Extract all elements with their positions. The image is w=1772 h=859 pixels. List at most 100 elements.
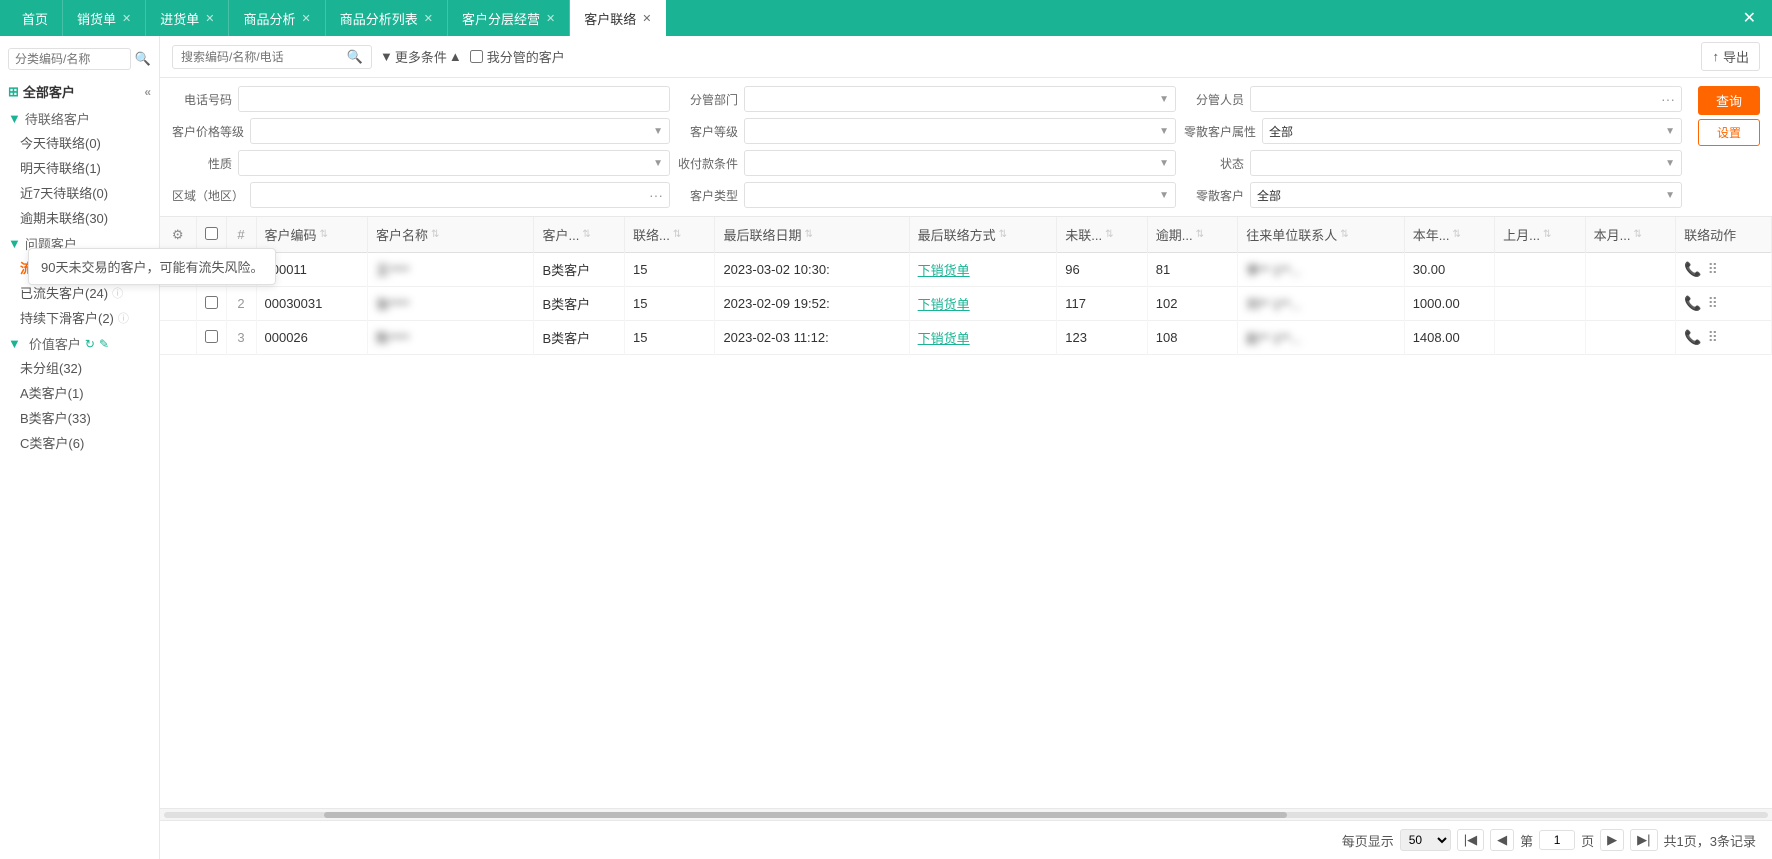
tab-analysis-list[interactable]: 商品分析列表 ✕ — [326, 0, 448, 36]
th-overdue[interactable]: 逾期... ⇅ — [1147, 217, 1237, 253]
filter-region-dots[interactable]: ··· — [649, 187, 663, 203]
td-nc-2: 117 — [1057, 287, 1147, 321]
td-method-3[interactable]: 下销货单 — [909, 321, 1057, 355]
th-name[interactable]: 客户名称 ⇅ — [368, 217, 534, 253]
filter-customer-grade-select[interactable]: ▼ — [744, 118, 1176, 144]
phone-icon-2[interactable]: 📞 — [1684, 295, 1701, 312]
th-this-year[interactable]: 本年... ⇅ — [1404, 217, 1494, 253]
th-contact[interactable]: 联络... ⇅ — [624, 217, 714, 253]
close-tab-customer-contact[interactable]: ✕ — [642, 12, 651, 25]
th-last-month[interactable]: 上月... ⇅ — [1495, 217, 1585, 253]
phone-icon-1[interactable]: 📞 — [1684, 261, 1701, 278]
close-tab-sales[interactable]: ✕ — [122, 12, 131, 25]
tab-customer-tier[interactable]: 客户分层经营 ✕ — [448, 0, 570, 36]
th-last-date[interactable]: 最后联络日期 ⇅ — [715, 217, 909, 253]
filter-phone: 电话号码 — [172, 86, 670, 112]
export-icon: ↑ — [1712, 49, 1719, 64]
phone-icon-3[interactable]: 📞 — [1684, 329, 1701, 346]
filter-payment-select[interactable]: ▼ — [744, 150, 1176, 176]
row-checkbox-3[interactable] — [205, 330, 218, 343]
th-unit-contact[interactable]: 往来单位联系人 ⇅ — [1238, 217, 1404, 253]
search-wrap[interactable]: 🔍 — [172, 45, 372, 69]
filter-status-select[interactable]: ▼ — [1250, 150, 1682, 176]
page-size-select[interactable]: 50 20 100 — [1400, 829, 1451, 851]
tab-analysis[interactable]: 商品分析 ✕ — [229, 0, 325, 36]
td-action-2: 📞 ⠿ — [1676, 287, 1772, 321]
select-all-checkbox[interactable] — [205, 227, 218, 240]
sidebar-item-week[interactable]: 近7天待联络(0) — [0, 180, 159, 205]
th-customer-type[interactable]: 客户... ⇅ — [534, 217, 624, 253]
customer-name-2: 张**** — [376, 297, 409, 312]
export-button[interactable]: ↑ 导出 — [1701, 42, 1760, 71]
section-pending[interactable]: ▼ 待联络客户 — [0, 105, 159, 130]
close-tab-customer-tier[interactable]: ✕ — [546, 12, 555, 25]
scrollbar-thumb[interactable] — [324, 812, 1286, 818]
menu-icon-3[interactable]: ⠿ — [1708, 329, 1718, 346]
row-checkbox-2[interactable] — [205, 296, 218, 309]
sidebar-item-tomorrow[interactable]: 明天待联络(1) — [0, 155, 159, 180]
tab-customer-contact[interactable]: 客户联络 ✕ — [570, 0, 666, 36]
filter-retail-customer-select[interactable]: 全部 ▼ — [1250, 182, 1682, 208]
sidebar-item-declining[interactable]: 持续下滑客户(2) ⓘ — [0, 305, 159, 330]
filter-region-select[interactable]: ··· — [250, 182, 670, 208]
last-page-btn[interactable]: ▶| — [1630, 829, 1657, 851]
close-tab-purchase[interactable]: ✕ — [205, 12, 214, 25]
tab-sales[interactable]: 销货单 ✕ — [63, 0, 146, 36]
sidebar-item-unsorted[interactable]: 未分组(32) — [0, 355, 159, 380]
td-type-1: B类客户 — [534, 253, 624, 287]
method-link-3[interactable]: 下销货单 — [918, 331, 970, 346]
filter-retail-attr-select[interactable]: 全部 ▼ — [1262, 118, 1682, 144]
tab-purchase[interactable]: 进货单 ✕ — [146, 0, 229, 36]
prev-page-btn[interactable]: ◀ — [1490, 829, 1514, 851]
sidebar-item-classB[interactable]: B类客户(33) — [0, 405, 159, 430]
my-customer-checkbox[interactable] — [470, 50, 483, 63]
td-check-2[interactable] — [196, 287, 226, 321]
filter-customer-type-select[interactable]: ▼ — [744, 182, 1176, 208]
filter-dept-select[interactable]: ▼ — [744, 86, 1176, 112]
gear-icon[interactable]: ⚙ — [172, 227, 184, 242]
th-this-month[interactable]: 本月... ⇅ — [1585, 217, 1675, 253]
method-link-2[interactable]: 下销货单 — [918, 297, 970, 312]
filter-nature-select[interactable]: ▼ — [238, 150, 670, 176]
menu-icon-2[interactable]: ⠿ — [1708, 295, 1718, 312]
td-method-1[interactable]: 下销货单 — [909, 253, 1057, 287]
sort-arrow-tm: ⇅ — [1634, 229, 1642, 240]
refresh-icon[interactable]: ↻ — [85, 337, 95, 351]
horizontal-scrollbar[interactable] — [160, 808, 1772, 820]
sidebar-search-input[interactable] — [8, 48, 131, 70]
filter-price-grade-select[interactable]: ▼ — [250, 118, 670, 144]
close-tab-analysis[interactable]: ✕ — [302, 12, 311, 25]
close-tab-analysis-list[interactable]: ✕ — [424, 12, 433, 25]
td-method-2[interactable]: 下销货单 — [909, 287, 1057, 321]
settings-button[interactable]: 设置 — [1698, 119, 1760, 146]
td-od-3: 108 — [1147, 321, 1237, 355]
sidebar-all-customers[interactable]: ⊞ 全部客户 « — [0, 78, 159, 105]
th-not-contacted[interactable]: 未联... ⇅ — [1057, 217, 1147, 253]
filter-customer-type: 客户类型 ▼ — [678, 182, 1176, 208]
sidebar-item-overdue[interactable]: 逾期未联络(30) — [0, 205, 159, 230]
menu-icon-1[interactable]: ⠿ — [1708, 261, 1718, 278]
section-value[interactable]: ▼ 价值客户 ↻ ✎ — [0, 330, 159, 355]
filter-icon: ▼ — [380, 49, 393, 64]
tab-home[interactable]: 首页 — [8, 0, 63, 36]
method-link-1[interactable]: 下销货单 — [918, 263, 970, 278]
th-last-method[interactable]: 最后联络方式 ⇅ — [909, 217, 1057, 253]
next-page-btn[interactable]: ▶ — [1600, 829, 1624, 851]
filter-person-select[interactable]: ··· — [1250, 86, 1682, 112]
search-input[interactable] — [181, 50, 347, 64]
page-input[interactable] — [1539, 830, 1575, 850]
window-close-button[interactable]: ✕ — [1735, 8, 1764, 28]
my-customer-checkbox-wrap[interactable]: 我分管的客户 — [470, 47, 565, 66]
more-conditions-btn[interactable]: ▼ 更多条件 ▲ — [380, 47, 462, 66]
first-page-btn[interactable]: |◀ — [1457, 829, 1484, 851]
filter-phone-input[interactable] — [238, 86, 670, 112]
td-check-3[interactable] — [196, 321, 226, 355]
filter-dots-icon[interactable]: ··· — [1661, 91, 1675, 107]
edit-icon[interactable]: ✎ — [99, 337, 109, 351]
td-uc-3: 赵** 1**... — [1238, 321, 1404, 355]
sidebar-collapse-icon[interactable]: « — [144, 85, 151, 99]
sidebar-item-classA[interactable]: A类客户(1) — [0, 380, 159, 405]
query-button[interactable]: 查询 — [1698, 86, 1760, 115]
sidebar-item-classC[interactable]: C类客户(6) — [0, 430, 159, 455]
sidebar-item-today[interactable]: 今天待联络(0) — [0, 130, 159, 155]
